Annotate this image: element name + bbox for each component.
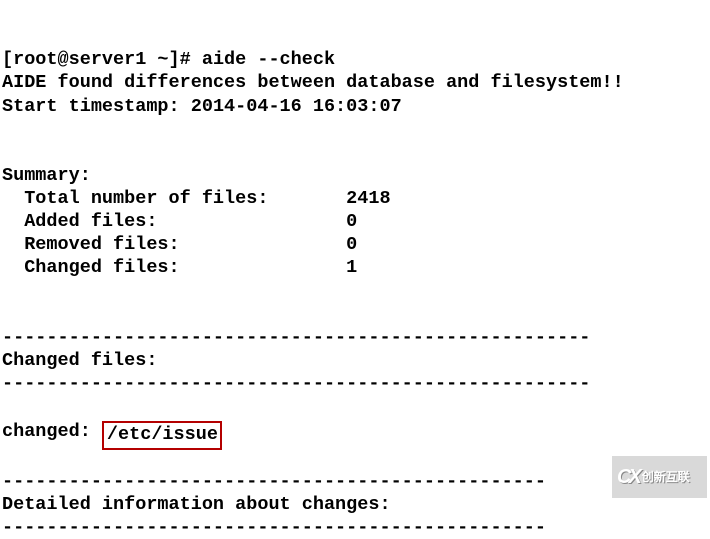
shell-prompt: [root@server1 ~]# — [2, 49, 202, 70]
watermark-badge: CX 创新互联 — [612, 456, 707, 498]
changed-file-path: /etc/issue — [102, 421, 222, 450]
separator-line: ----------------------------------------… — [2, 517, 546, 538]
summary-added-value: 0 — [346, 211, 357, 232]
summary-changed-value: 1 — [346, 257, 357, 278]
detailed-info-heading: Detailed information about changes: — [2, 494, 391, 515]
separator-line: ----------------------------------------… — [2, 327, 590, 348]
summary-total-value: 2418 — [346, 188, 390, 209]
summary-heading: Summary: — [2, 165, 91, 186]
separator-line: ----------------------------------------… — [2, 373, 590, 394]
summary-changed-label: Changed files: — [2, 257, 180, 278]
timestamp-value: 2014-04-16 16:03:07 — [191, 96, 402, 117]
separator-line: ----------------------------------------… — [2, 471, 546, 492]
changed-prefix: changed: — [2, 421, 102, 442]
changed-files-heading: Changed files: — [2, 350, 157, 371]
summary-added-label: Added files: — [2, 211, 157, 232]
summary-removed-label: Removed files: — [2, 234, 180, 255]
watermark-logo: CX — [617, 465, 639, 490]
summary-removed-value: 0 — [346, 234, 357, 255]
summary-total-label: Total number of files: — [2, 188, 268, 209]
aide-diff-message: AIDE found differences between database … — [2, 72, 624, 93]
command-input[interactable]: aide --check — [202, 49, 335, 70]
timestamp-label: Start timestamp: — [2, 96, 191, 117]
watermark-text: 创新互联 — [642, 471, 690, 483]
